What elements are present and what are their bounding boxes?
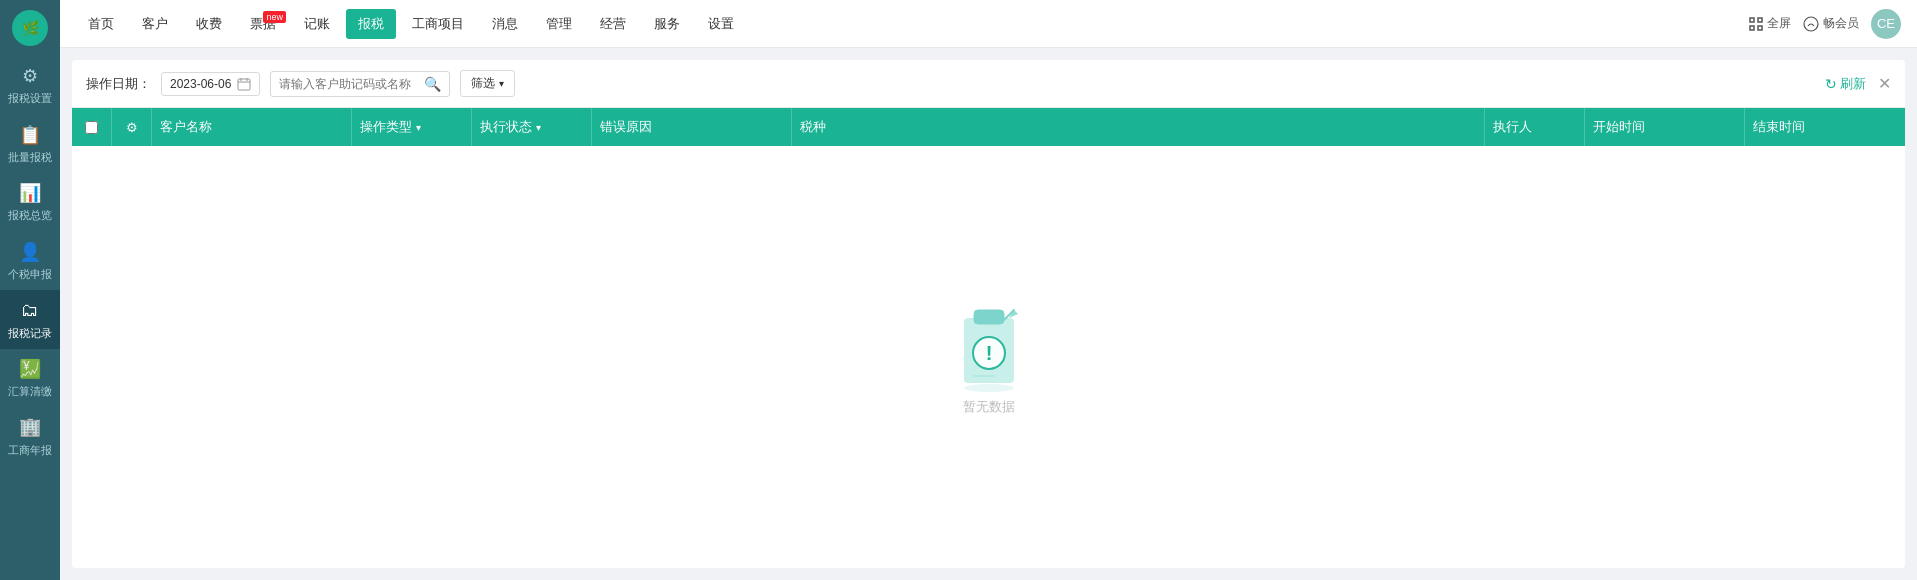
nav-guanli[interactable]: 管理 xyxy=(534,9,584,39)
col-checkbox[interactable] xyxy=(72,108,112,146)
sidebar-item-baoshuishezhi[interactable]: ⚙ 报税设置 xyxy=(0,56,60,115)
annual-report-icon: 🏢 xyxy=(19,415,41,440)
refresh-button[interactable]: ↻ 刷新 xyxy=(1825,75,1866,93)
search-box: 🔍 xyxy=(270,71,450,97)
nav-fuwu[interactable]: 服务 xyxy=(642,9,692,39)
table-container: ⚙ 客户名称 操作类型 ▾ 执行状态 ▾ 错误原因 xyxy=(72,108,1905,568)
svg-point-19 xyxy=(964,384,1014,392)
nav-kehu[interactable]: 客户 xyxy=(130,9,180,39)
table-header: ⚙ 客户名称 操作类型 ▾ 执行状态 ▾ 错误原因 xyxy=(72,108,1905,146)
top-nav: 首页 客户 收费 票据 new 记账 报税 工商项目 消息 管理 经营 服务 设… xyxy=(60,0,1917,48)
col-start-time: 开始时间 xyxy=(1585,108,1745,146)
svg-text:!: ! xyxy=(985,342,992,364)
sidebar-item-baoshuijilu[interactable]: 🗂 报税记录 xyxy=(0,290,60,349)
sidebar-item-geshenshenqing[interactable]: 👤 个税申报 xyxy=(0,232,60,291)
col-tax-type: 税种 xyxy=(792,108,1485,146)
batch-icon: 📋 xyxy=(19,123,41,148)
col-error-reason: 错误原因 xyxy=(592,108,792,146)
col-op-type[interactable]: 操作类型 ▾ xyxy=(352,108,472,146)
svg-text:🌿: 🌿 xyxy=(22,20,40,37)
member-button[interactable]: 畅会员 xyxy=(1803,15,1859,32)
sidebar-item-piliangshuishui[interactable]: 📋 批量报税 xyxy=(0,115,60,174)
chevron-down-icon: ▾ xyxy=(499,78,504,89)
member-icon xyxy=(1803,16,1819,32)
svg-rect-5 xyxy=(1758,26,1762,30)
nav-piaoju[interactable]: 票据 new xyxy=(238,9,288,39)
sidebar-item-baoshuizonglan[interactable]: 📊 报税总览 xyxy=(0,173,60,232)
topnav-right: 全屏 畅会员 CE xyxy=(1749,9,1901,39)
svg-rect-7 xyxy=(238,79,250,90)
user-avatar[interactable]: CE xyxy=(1871,9,1901,39)
filter-button[interactable]: 筛选 ▾ xyxy=(460,70,515,97)
svg-rect-4 xyxy=(1750,26,1754,30)
nav-gongshanxiangmu[interactable]: 工商项目 xyxy=(400,9,476,39)
filter-icon-exec-status: ▾ xyxy=(536,122,541,133)
col-customer: 客户名称 xyxy=(152,108,352,146)
record-icon: 🗂 xyxy=(21,298,39,323)
close-button[interactable]: ✕ xyxy=(1878,74,1891,93)
svg-rect-3 xyxy=(1758,18,1762,22)
select-all-checkbox[interactable] xyxy=(85,121,98,134)
date-label: 操作日期： xyxy=(86,75,151,93)
toolbar-right: ↻ 刷新 ✕ xyxy=(1825,74,1891,93)
empty-state: ! 暂无数据 xyxy=(72,146,1905,568)
refresh-icon: ↻ xyxy=(1825,76,1837,92)
main-card: 操作日期： 2023-06-06 🔍 筛选 ▾ ↻ 刷新 xyxy=(72,60,1905,568)
col-gear[interactable]: ⚙ xyxy=(112,108,152,146)
nav-baoshui[interactable]: 报税 xyxy=(346,9,396,39)
col-exec-status[interactable]: 执行状态 ▾ xyxy=(472,108,592,146)
svg-rect-12 xyxy=(974,310,1004,324)
filter-icon-op-type: ▾ xyxy=(416,122,421,133)
overview-icon: 📊 xyxy=(19,181,41,206)
col-end-time: 结束时间 xyxy=(1745,108,1905,146)
settlement-icon: 💹 xyxy=(19,357,41,382)
nav-shoufei[interactable]: 收费 xyxy=(184,9,234,39)
toolbar: 操作日期： 2023-06-06 🔍 筛选 ▾ ↻ 刷新 xyxy=(72,60,1905,108)
empty-text: 暂无数据 xyxy=(963,398,1015,416)
nav-jingying[interactable]: 经营 xyxy=(588,9,638,39)
sidebar: 🌿 ⚙ 报税设置 📋 批量报税 📊 报税总览 👤 个税申报 🗂 报税记录 💹 汇… xyxy=(0,0,60,580)
settings-icon: ⚙ xyxy=(22,64,38,89)
empty-state-illustration: ! xyxy=(944,298,1034,398)
nav-shezhi[interactable]: 设置 xyxy=(696,9,746,39)
nav-items: 首页 客户 收费 票据 new 记账 报税 工商项目 消息 管理 经营 服务 设… xyxy=(76,9,1749,39)
app-logo[interactable]: 🌿 xyxy=(12,10,48,46)
sidebar-item-huisuanqingjiao[interactable]: 💹 汇算清缴 xyxy=(0,349,60,408)
search-input[interactable] xyxy=(279,77,424,91)
person-icon: 👤 xyxy=(19,240,41,265)
gear-icon: ⚙ xyxy=(126,120,138,135)
content-area: 操作日期： 2023-06-06 🔍 筛选 ▾ ↻ 刷新 xyxy=(60,48,1917,580)
new-badge: new xyxy=(263,11,286,24)
nav-xiaoxi[interactable]: 消息 xyxy=(480,9,530,39)
date-picker[interactable]: 2023-06-06 xyxy=(161,72,260,96)
sidebar-item-gongshannianbao[interactable]: 🏢 工商年报 xyxy=(0,407,60,466)
nav-jizhan[interactable]: 记账 xyxy=(292,9,342,39)
main-area: 首页 客户 收费 票据 new 记账 报税 工商项目 消息 管理 经营 服务 设… xyxy=(60,0,1917,580)
calendar-icon xyxy=(237,77,251,91)
fullscreen-button[interactable]: 全屏 xyxy=(1749,15,1791,32)
nav-shouye[interactable]: 首页 xyxy=(76,9,126,39)
fullscreen-icon xyxy=(1749,17,1763,31)
search-icon[interactable]: 🔍 xyxy=(424,76,441,92)
svg-rect-2 xyxy=(1750,18,1754,22)
col-executor: 执行人 xyxy=(1485,108,1585,146)
